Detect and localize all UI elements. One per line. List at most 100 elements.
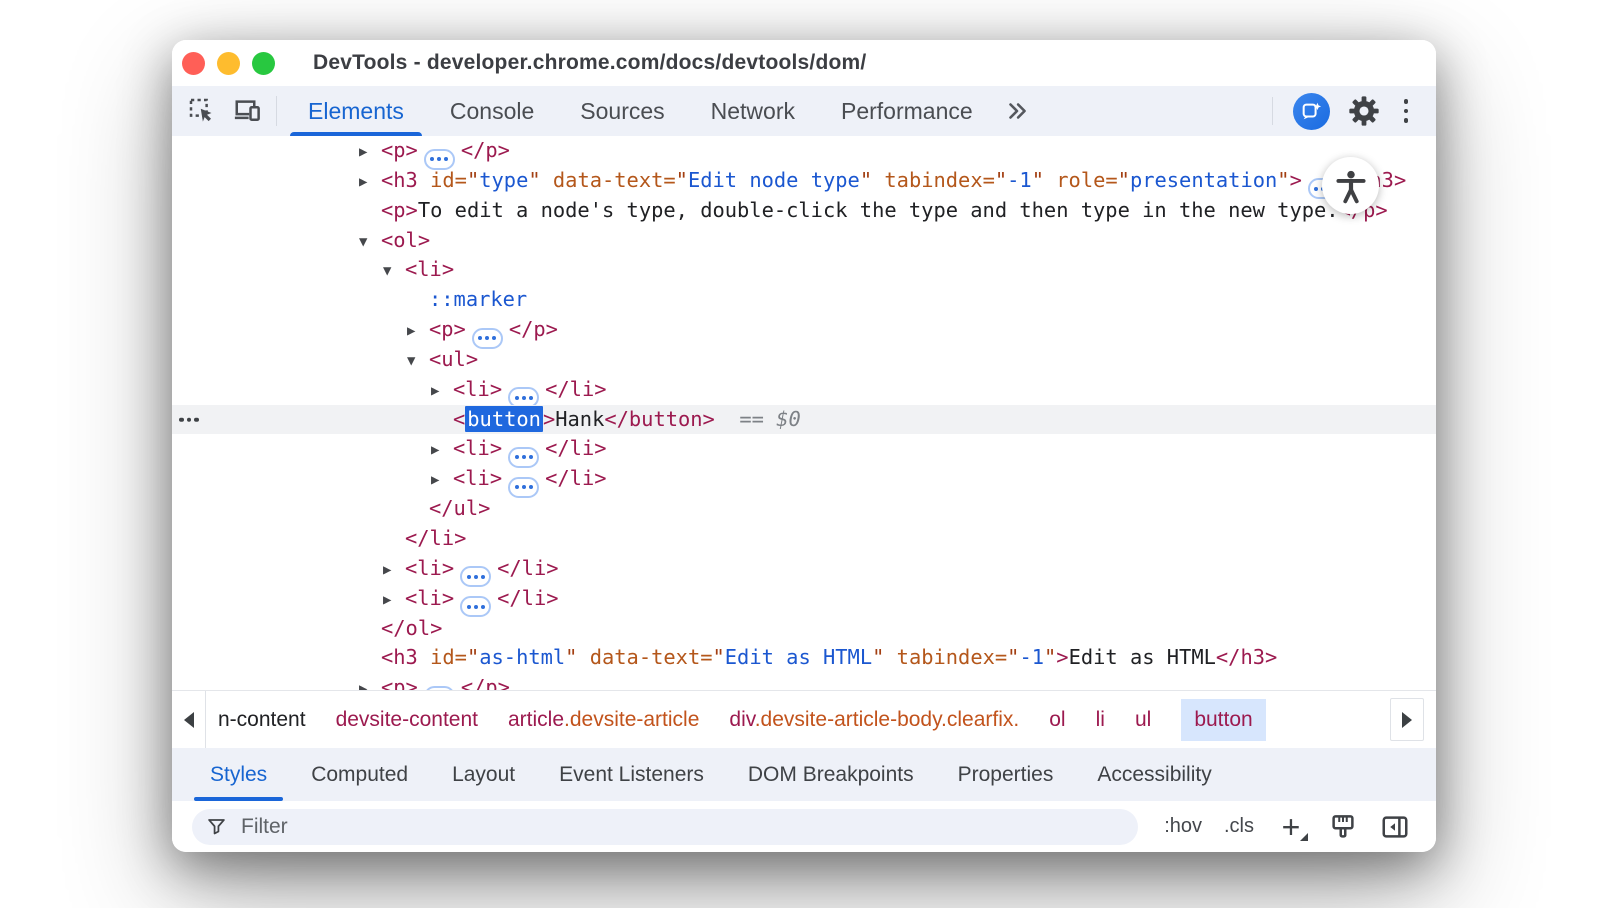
dom-tree-row[interactable]: ▶<h3 id="type" data-text="Edit node type… bbox=[172, 166, 1436, 196]
tab-styles[interactable]: Styles bbox=[188, 748, 289, 801]
breadcrumb-item[interactable]: article.devsite-article bbox=[508, 708, 699, 732]
tab-dom-breakpoints[interactable]: DOM Breakpoints bbox=[726, 748, 936, 801]
accessibility-icon[interactable] bbox=[1322, 157, 1379, 214]
expand-arrow-icon[interactable]: ▼ bbox=[383, 257, 405, 287]
close-button[interactable] bbox=[182, 52, 205, 75]
minimize-button[interactable] bbox=[217, 52, 240, 75]
dom-tree-row[interactable]: ▶<li> </li> bbox=[172, 464, 1436, 494]
syntax-token: </p> bbox=[461, 138, 510, 162]
toggle-sidebar-icon[interactable] bbox=[1380, 812, 1410, 842]
filter-field[interactable] bbox=[192, 809, 1138, 845]
syntax-token: type bbox=[479, 168, 528, 192]
more-tabs-icon[interactable] bbox=[1004, 86, 1030, 136]
tab-network[interactable]: Network bbox=[688, 86, 818, 136]
breadcrumb-item[interactable]: ul bbox=[1135, 708, 1151, 732]
breadcrumb-part: .devsite-article-body.clearfix. bbox=[755, 708, 1020, 731]
tab-properties[interactable]: Properties bbox=[936, 748, 1076, 801]
device-toolbar-icon[interactable] bbox=[228, 93, 268, 129]
dom-tree-row[interactable]: <p>To edit a node's type, double-click t… bbox=[172, 196, 1436, 226]
syntax-token: <li> bbox=[453, 466, 502, 490]
syntax-token: Edit as HTML bbox=[1069, 645, 1216, 669]
node-more-actions-icon[interactable] bbox=[179, 417, 199, 422]
syntax-token: </ul> bbox=[429, 496, 490, 520]
dom-tree-row-selected[interactable]: <button>Hank</button> == $0 bbox=[172, 405, 1436, 435]
syntax-token: <h3 bbox=[381, 645, 418, 669]
more-options-kebab-icon[interactable] bbox=[1398, 95, 1415, 127]
dom-tree-row[interactable]: ▶<p></p> bbox=[172, 136, 1436, 166]
tab-computed[interactable]: Computed bbox=[289, 748, 430, 801]
expand-arrow-icon[interactable]: ▶ bbox=[359, 168, 381, 198]
expand-arrow-icon[interactable]: ▶ bbox=[431, 436, 453, 466]
expand-arrow-icon[interactable]: ▶ bbox=[407, 317, 429, 347]
dom-tree-row[interactable]: ▼<ul> bbox=[172, 345, 1436, 375]
expand-arrow-icon[interactable]: ▶ bbox=[431, 377, 453, 407]
tab-accessibility[interactable]: Accessibility bbox=[1075, 748, 1233, 801]
tab-performance[interactable]: Performance bbox=[818, 86, 996, 136]
syntax-token: Edit as HTML bbox=[725, 645, 872, 669]
devtools-toolbar: ElementsConsoleSourcesNetworkPerformance bbox=[172, 86, 1436, 136]
syntax-token: " bbox=[528, 168, 540, 192]
syntax-token: data-text= bbox=[541, 168, 676, 192]
breadcrumb-bar: n-content devsite-content article.devsite-… bbox=[172, 690, 1436, 748]
expand-arrow-icon[interactable]: ▶ bbox=[431, 466, 453, 496]
tab-layout[interactable]: Layout bbox=[430, 748, 537, 801]
toggle-element-state-button[interactable]: :hov bbox=[1164, 815, 1202, 838]
dom-tree-row[interactable]: </ol> bbox=[172, 614, 1436, 644]
syntax-token: </li> bbox=[545, 466, 606, 490]
styles-filter-bar: :hov .cls + bbox=[172, 801, 1436, 852]
rendering-brush-icon[interactable] bbox=[1328, 812, 1358, 842]
dom-tree-row[interactable]: ::marker bbox=[172, 285, 1436, 315]
syntax-token: ::marker bbox=[429, 287, 527, 311]
expand-arrow-icon[interactable]: ▶ bbox=[383, 556, 405, 586]
breadcrumb-item[interactable]: li bbox=[1096, 708, 1105, 732]
dom-tree-row[interactable]: ▶<li></li> bbox=[172, 584, 1436, 614]
syntax-token: > bbox=[543, 407, 555, 431]
tab-sources[interactable]: Sources bbox=[557, 86, 687, 136]
dom-tree-row[interactable]: ▶<p></p> bbox=[172, 673, 1436, 690]
element-classes-button[interactable]: .cls bbox=[1224, 815, 1254, 838]
dom-tree-row[interactable]: ▶<p></p> bbox=[172, 315, 1436, 345]
expand-arrow-icon[interactable]: ▶ bbox=[359, 675, 381, 690]
dom-tree-row[interactable]: </li> bbox=[172, 524, 1436, 554]
breadcrumb-part: button bbox=[1194, 708, 1252, 731]
breadcrumb-item[interactable]: ol bbox=[1049, 708, 1065, 732]
tab-event-listeners[interactable]: Event Listeners bbox=[537, 748, 726, 801]
breadcrumb-item[interactable]: div.devsite-article-body.clearfix. bbox=[729, 708, 1019, 732]
breadcrumb-item[interactable]: n-content bbox=[218, 708, 306, 732]
breadcrumb-part: ol bbox=[1049, 708, 1065, 731]
tab-console[interactable]: Console bbox=[427, 86, 557, 136]
expand-arrow-icon[interactable]: ▼ bbox=[407, 347, 429, 377]
settings-gear-icon[interactable] bbox=[1348, 95, 1380, 127]
dom-tree-panel[interactable]: ▶<p></p>▶<h3 id="type" data-text="Edit n… bbox=[172, 136, 1436, 690]
new-style-rule-plus-icon[interactable]: + bbox=[1276, 812, 1306, 842]
expand-arrow-icon[interactable]: ▼ bbox=[359, 228, 381, 258]
dom-tree-row[interactable]: ▶<li></li> bbox=[172, 375, 1436, 405]
breadcrumb-item-selected[interactable]: button bbox=[1181, 699, 1265, 741]
breadcrumb-scroll-right-icon[interactable] bbox=[1390, 698, 1424, 741]
dom-tree-row[interactable]: ▼<ol> bbox=[172, 226, 1436, 256]
ai-assistant-icon[interactable] bbox=[1293, 93, 1330, 130]
syntax-token: " bbox=[1007, 645, 1019, 669]
syntax-token: <li> bbox=[453, 377, 502, 401]
syntax-token: > bbox=[1056, 645, 1068, 669]
inspect-icon[interactable] bbox=[182, 93, 222, 129]
traffic-lights bbox=[182, 52, 275, 75]
zoom-button[interactable] bbox=[252, 52, 275, 75]
expand-arrow-icon[interactable]: ▶ bbox=[383, 586, 405, 616]
syntax-token: presentation bbox=[1130, 168, 1277, 192]
breadcrumb-scroll-left-icon[interactable] bbox=[172, 691, 206, 748]
toolbar-divider bbox=[276, 96, 277, 126]
dom-tree-row[interactable]: ▶<li></li> bbox=[172, 554, 1436, 584]
dom-tree-row[interactable]: ▼<li> bbox=[172, 255, 1436, 285]
syntax-token: == bbox=[715, 407, 776, 431]
syntax-token: <ul> bbox=[429, 347, 478, 371]
dom-tree-row[interactable]: <h3 id="as-html" data-text="Edit as HTML… bbox=[172, 643, 1436, 673]
dom-tree-row[interactable]: </ul> bbox=[172, 494, 1436, 524]
syntax-token: <li> bbox=[405, 586, 454, 610]
syntax-token: id= bbox=[418, 645, 467, 669]
tab-elements[interactable]: Elements bbox=[285, 86, 427, 136]
expand-arrow-icon[interactable]: ▶ bbox=[359, 138, 381, 168]
breadcrumb-item[interactable]: devsite-content bbox=[336, 708, 478, 732]
dom-tree-row[interactable]: ▶<li></li> bbox=[172, 434, 1436, 464]
filter-input[interactable] bbox=[239, 814, 1124, 840]
